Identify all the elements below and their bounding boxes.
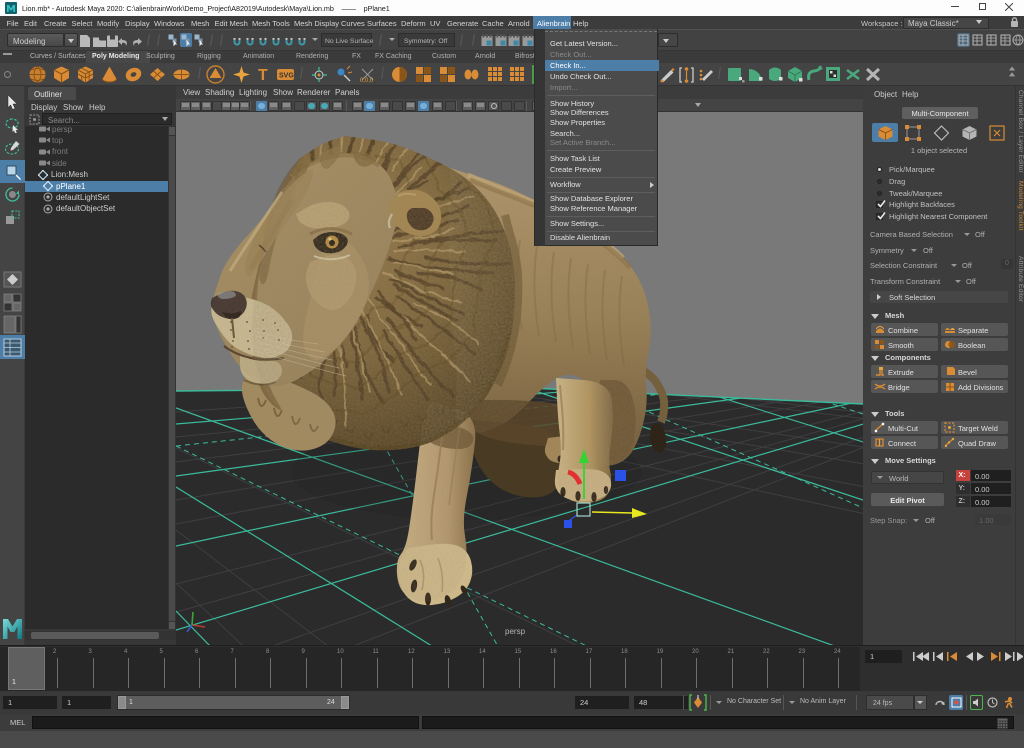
svg-text:SVG: SVG	[279, 73, 294, 80]
svg-text:persp: persp	[505, 627, 526, 636]
svg-text:0,0,0: 0,0,0	[360, 78, 374, 84]
svg-text:T: T	[258, 67, 268, 84]
